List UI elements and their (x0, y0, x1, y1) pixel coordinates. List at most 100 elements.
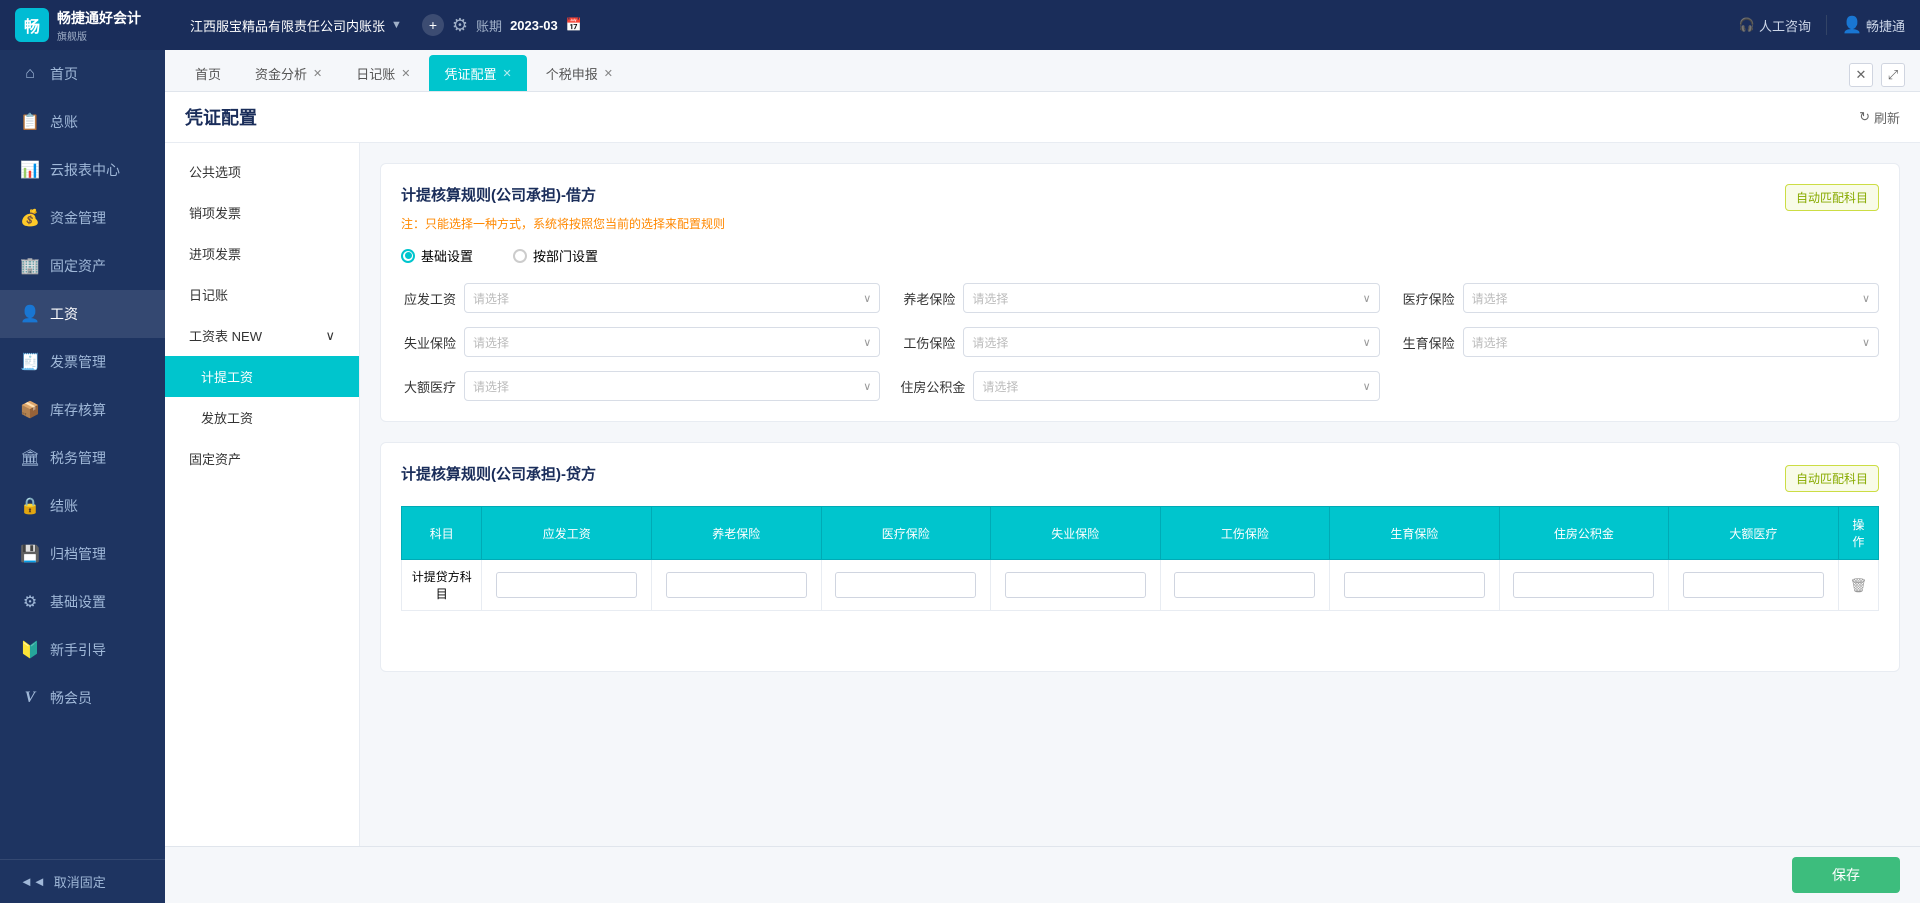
top-header: 畅 畅捷通好会计 旗舰版 江西服宝精品有限责任公司内账张 ▼ + ⚙ 账期 20… (0, 0, 1920, 50)
cell-shengyu (1330, 560, 1500, 611)
sidebar-item-reports[interactable]: 📊 云报表中心 (0, 146, 165, 194)
sidebar-label-salary: 工资 (50, 304, 78, 324)
salary-icon: 👤 (20, 304, 40, 324)
user-button[interactable]: 👤 畅捷通 (1842, 15, 1905, 35)
cancel-pin-button[interactable]: ◄◄ 取消固定 (0, 859, 165, 903)
sidebar-label-member: 畅会员 (50, 688, 92, 708)
sidebar-item-assets[interactable]: 🏢 固定资产 (0, 242, 165, 290)
content-area: 首页 资金分析 ✕ 日记账 ✕ 凭证配置 ✕ 个税申报 ✕ ✕ ⤢ (165, 50, 1920, 903)
tab-funds[interactable]: 资金分析 ✕ (240, 55, 337, 91)
tabs-bar: 首页 资金分析 ✕ 日记账 ✕ 凭证配置 ✕ 个税申报 ✕ ✕ ⤢ (165, 50, 1920, 92)
credit-table: 科目 应发工资 养老保险 医疗保险 失业保险 工伤保险 生育保险 住房公积金 大 (401, 506, 1879, 611)
headset-icon: 🎧 (1739, 17, 1755, 33)
select-yiliao[interactable]: 请选择 ∨ (1463, 283, 1879, 313)
select-yingfa[interactable]: 请选择 ∨ (464, 283, 880, 313)
sidebar-item-invoice[interactable]: 🧾 发票管理 (0, 338, 165, 386)
select-dale[interactable]: 请选择 ∨ (464, 371, 880, 401)
select-shiye[interactable]: 请选择 ∨ (464, 327, 880, 357)
tab-tax[interactable]: 个税申报 ✕ (531, 55, 628, 91)
assets-icon: 🏢 (20, 256, 40, 276)
home-icon: ⌂ (20, 65, 40, 83)
header-actions: 🎧 人工咨询 👤 畅捷通 (1739, 15, 1905, 35)
left-nav-sales[interactable]: 销项发票 (165, 192, 359, 233)
sidebar-label-tax: 税务管理 (50, 448, 106, 468)
sidebar-label-home: 首页 (50, 64, 78, 84)
period-value: 2023-03 (510, 18, 558, 33)
left-nav-fixed-assets[interactable]: 固定资产 (165, 438, 359, 479)
left-nav-salary-group[interactable]: 工资表 NEW ∨ (165, 315, 359, 356)
tab-close-funds[interactable]: ✕ (313, 67, 322, 80)
tab-close-tax[interactable]: ✕ (604, 67, 613, 80)
input-yiliao[interactable] (835, 572, 976, 598)
radio-dept[interactable]: 按部门设置 (513, 246, 598, 265)
input-shengyu[interactable] (1344, 572, 1485, 598)
tab-close-journal[interactable]: ✕ (401, 67, 410, 80)
sidebar-item-settings[interactable]: ⚙ 基础设置 (0, 578, 165, 626)
sidebar-item-home[interactable]: ⌂ 首页 (0, 50, 165, 98)
close-tab-button[interactable]: ✕ (1849, 63, 1873, 87)
funds-icon: 💰 (20, 208, 40, 228)
sidebar-item-archive[interactable]: 💾 归档管理 (0, 530, 165, 578)
refresh-button[interactable]: ↻ 刷新 (1859, 108, 1900, 127)
select-zhufang[interactable]: 请选择 ∨ (973, 371, 1379, 401)
sidebar-item-funds[interactable]: 💰 资金管理 (0, 194, 165, 242)
consult-button[interactable]: 🎧 人工咨询 (1739, 16, 1811, 35)
user-avatar-icon: 👤 (1842, 15, 1862, 35)
sidebar-label-closing: 结账 (50, 496, 78, 516)
sidebar-item-salary[interactable]: 👤 工资 (0, 290, 165, 338)
input-dale[interactable] (1683, 572, 1824, 598)
chevron-yiliao-icon: ∨ (1862, 292, 1870, 305)
chevron-shiye-icon: ∨ (863, 336, 871, 349)
left-nav-calc-salary[interactable]: 计提工资 (165, 356, 359, 397)
input-gongshang[interactable] (1174, 572, 1315, 598)
label-shiye: 失业保险 (401, 333, 456, 352)
input-yingfa[interactable] (496, 572, 637, 598)
col-gongshang: 工伤保险 (1160, 507, 1330, 560)
left-nav-pay-salary[interactable]: 发放工资 (165, 397, 359, 438)
tab-home[interactable]: 首页 (180, 55, 236, 91)
chevron-gongshang-icon: ∨ (1363, 336, 1371, 349)
input-zhufang[interactable] (1513, 572, 1654, 598)
sidebar: ⌂ 首页 📋 总账 📊 云报表中心 💰 资金管理 🏢 固定资产 👤 工资 🧾 发… (0, 50, 165, 903)
select-gongshang[interactable]: 请选择 ∨ (963, 327, 1379, 357)
input-shiye[interactable] (1005, 572, 1146, 598)
expand-tab-button[interactable]: ⤢ (1881, 63, 1905, 87)
tab-close-voucher[interactable]: ✕ (503, 67, 512, 80)
add-button[interactable]: + (422, 14, 444, 36)
sidebar-item-closing[interactable]: 🔒 结账 (0, 482, 165, 530)
chevron-yingfa-icon: ∨ (863, 292, 871, 305)
tab-voucher[interactable]: 凭证配置 ✕ (429, 55, 526, 91)
new-badge: NEW (232, 329, 262, 344)
sidebar-item-member[interactable]: V 畅会员 (0, 674, 165, 722)
left-nav-journal[interactable]: 日记账 (165, 274, 359, 315)
col-shengyu: 生育保险 (1330, 507, 1500, 560)
page-content: 凭证配置 ↻ 刷新 公共选项 销项发票 进项发票 (165, 92, 1920, 903)
debit-form-grid: 应发工资 请选择 ∨ 养老保险 请选择 ∨ (401, 283, 1879, 401)
chevron-dale-icon: ∨ (863, 380, 871, 393)
select-yanglao[interactable]: 请选择 ∨ (963, 283, 1379, 313)
credit-auto-match-button[interactable]: 自动匹配科目 (1785, 465, 1879, 492)
save-button[interactable]: 保存 (1792, 857, 1900, 893)
tab-journal[interactable]: 日记账 ✕ (341, 55, 425, 91)
delete-row-icon[interactable]: 🗑 (1849, 577, 1867, 593)
company-selector[interactable]: 江西服宝精品有限责任公司内账张 ▼ (190, 16, 402, 35)
debit-section-note: 注：只能选择一种方式，系统将按照您当前的选择来配置规则 (401, 215, 725, 232)
select-shengyu[interactable]: 请选择 ∨ (1463, 327, 1879, 357)
company-dropdown-icon: ▼ (391, 19, 402, 31)
chevron-shengyu-icon: ∨ (1862, 336, 1870, 349)
sidebar-item-guide[interactable]: 🔰 新手引导 (0, 626, 165, 674)
left-nav-public[interactable]: 公共选项 (165, 151, 359, 192)
field-yanglao: 养老保险 请选择 ∨ (900, 283, 1379, 313)
calendar-icon[interactable]: 📅 (566, 17, 582, 33)
input-yanglao[interactable] (666, 572, 807, 598)
settings-icon[interactable]: ⚙ (452, 15, 468, 36)
sidebar-item-tax[interactable]: 🏛 税务管理 (0, 434, 165, 482)
sidebar-item-ledger[interactable]: 📋 总账 (0, 98, 165, 146)
credit-section: 计提核算规则(公司承担)-贷方 自动匹配科目 科目 应发工资 养老保险 (380, 442, 1900, 672)
radio-basic[interactable]: 基础设置 (401, 246, 473, 265)
debit-auto-match-button[interactable]: 自动匹配科目 (1785, 184, 1879, 211)
two-panel: 公共选项 销项发票 进项发票 日记账 工资表 NEW (165, 143, 1920, 903)
col-yanglao: 养老保险 (651, 507, 821, 560)
sidebar-item-inventory[interactable]: 📦 库存核算 (0, 386, 165, 434)
left-nav-purchase[interactable]: 进项发票 (165, 233, 359, 274)
